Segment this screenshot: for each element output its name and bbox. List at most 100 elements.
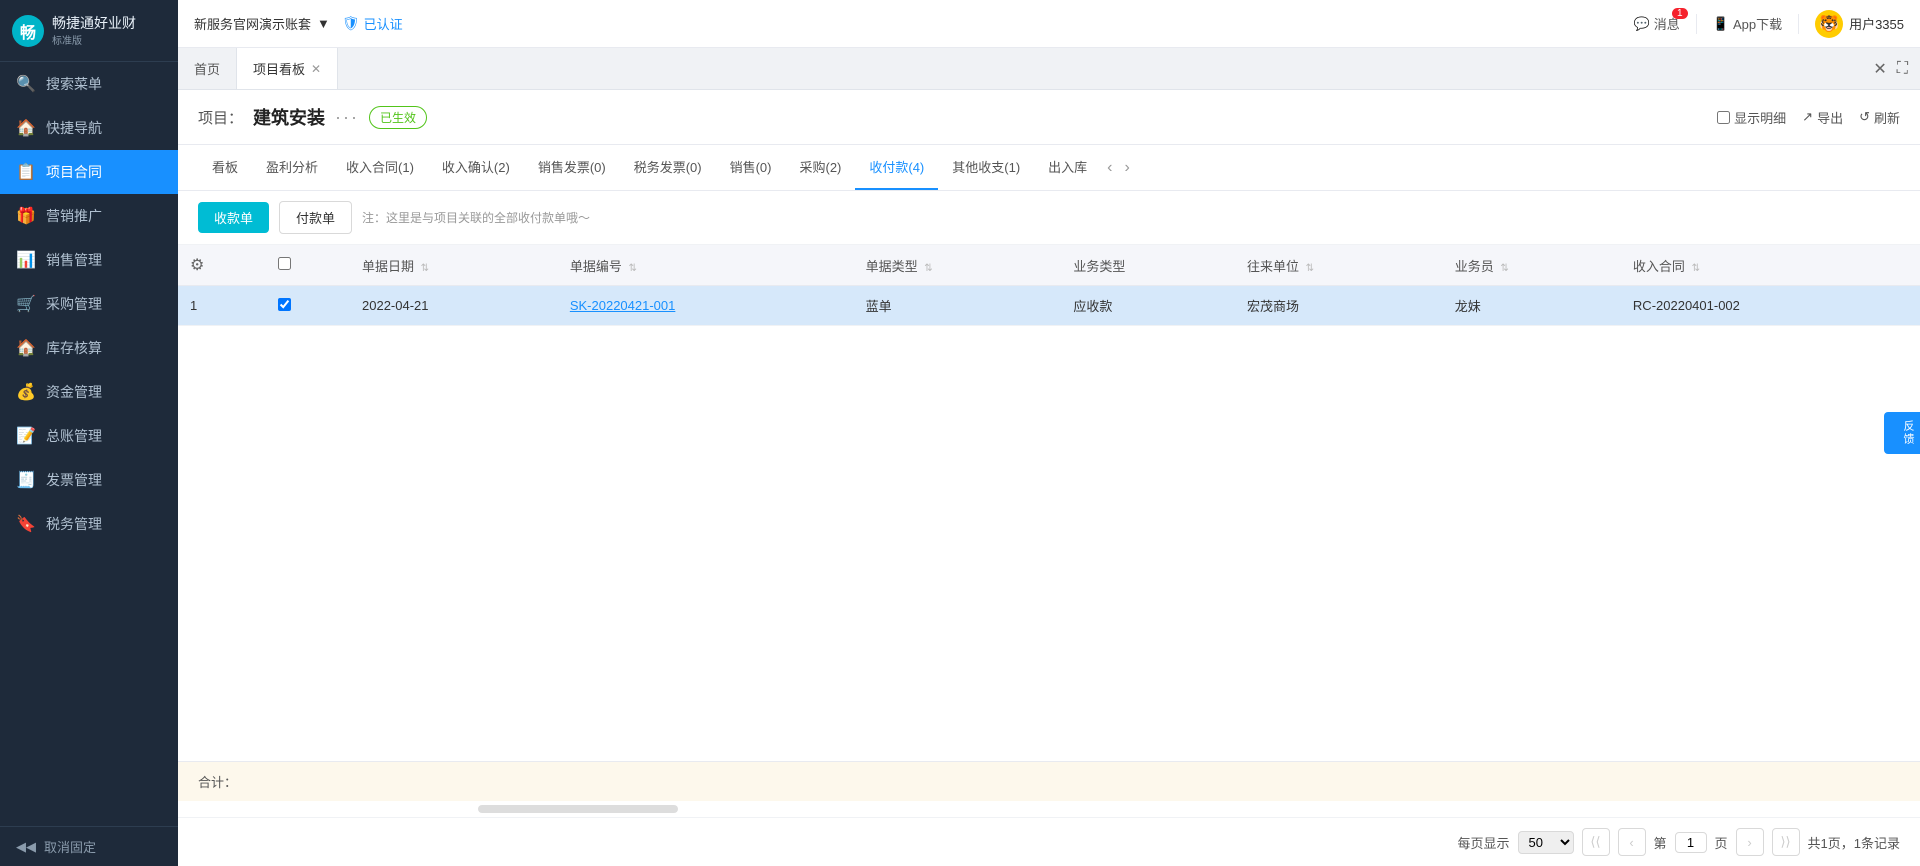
row-partner: 宏茂商场 [1235, 286, 1443, 326]
export-button[interactable]: ↗ 导出 [1802, 108, 1843, 127]
ledger-icon: 📝 [16, 426, 36, 446]
sidebar-item-sales[interactable]: 📊 销售管理 [0, 238, 178, 282]
sidebar-unpin[interactable]: ◀◀ 取消固定 [0, 826, 178, 866]
data-table: ⚙ 单据日期 ⇅ 单据编号 ⇅ [178, 245, 1920, 326]
row-checkbox[interactable] [278, 298, 291, 311]
col-type[interactable]: 单据类型 ⇅ [854, 245, 1062, 286]
tab-project-board[interactable]: 项目看板 ✕ [237, 48, 338, 89]
table-row[interactable]: 1 2022-04-21 SK-20220421-001 蓝单 应收款 宏茂商场… [178, 286, 1920, 326]
unpin-icon: ◀◀ [16, 839, 36, 855]
sub-nav-board[interactable]: 看板 [198, 145, 252, 190]
toolbar-note: 注：这里是与项目关联的全部收付款单哦～ [362, 209, 590, 226]
sidebar-item-invoice[interactable]: 🧾 发票管理 [0, 458, 178, 502]
show-detail-input[interactable] [1717, 111, 1730, 124]
show-detail-checkbox[interactable]: 显示明细 [1717, 108, 1786, 127]
settings-icon[interactable]: ⚙ [190, 257, 204, 274]
tax-icon: 🔖 [16, 514, 36, 534]
sub-nav-income-confirm[interactable]: 收入确认(2) [428, 145, 524, 190]
col-date[interactable]: 单据日期 ⇅ [350, 245, 558, 286]
account-name: 新服务官网演示账套 [194, 14, 311, 33]
table-area: ⚙ 单据日期 ⇅ 单据编号 ⇅ [178, 245, 1920, 761]
window-close-button[interactable]: ✕ [1873, 59, 1886, 79]
sub-nav-next[interactable]: › [1119, 151, 1136, 185]
project-status-badge: 已生效 [369, 106, 427, 129]
page-prev-button[interactable]: ‹ [1618, 828, 1646, 856]
logo-text: 畅捷通好业财 [52, 14, 136, 32]
sidebar-item-search[interactable]: 🔍 搜索菜单 [0, 62, 178, 106]
row-type: 蓝单 [854, 286, 1062, 326]
window-maximize-button[interactable]: ⛶ [1897, 60, 1908, 78]
sidebar-label-finance: 资金管理 [46, 382, 102, 402]
sidebar-item-project-contract[interactable]: 📋 项目合同 [0, 150, 178, 194]
page-end-label: 页 [1715, 833, 1728, 852]
page-next-button[interactable]: › [1736, 828, 1764, 856]
tab-home-label: 首页 [194, 59, 220, 78]
message-icon: 💬 [1634, 16, 1650, 32]
sub-nav-profit[interactable]: 盈利分析 [252, 145, 332, 190]
row-number-link[interactable]: SK-20220421-001 [570, 298, 676, 313]
sub-nav-payment[interactable]: 收付款(4) [855, 145, 938, 190]
sidebar-item-finance[interactable]: 💰 资金管理 [0, 370, 178, 414]
marketing-icon: 🎁 [16, 206, 36, 226]
row-income-contract: RC-20220401-002 [1621, 286, 1920, 326]
page-number-input[interactable] [1675, 832, 1707, 853]
tab-project-board-label: 项目看板 [253, 59, 305, 78]
message-button[interactable]: 💬 消息 1 [1634, 14, 1680, 33]
col-checkbox[interactable] [266, 245, 350, 286]
sidebar-label-sales: 销售管理 [46, 250, 102, 270]
project-header: 项目： 建筑安装 ··· 已生效 显示明细 ↗ 导出 ↺ 刷 [178, 90, 1920, 145]
payment-pay-button[interactable]: 付款单 [279, 201, 352, 234]
project-more-button[interactable]: ··· [335, 107, 359, 128]
row-checkbox-cell[interactable] [266, 286, 350, 326]
project-actions: 显示明细 ↗ 导出 ↺ 刷新 [1717, 108, 1900, 127]
sub-nav-prev[interactable]: ‹ [1101, 151, 1118, 185]
tab-close-icon[interactable]: ✕ [311, 62, 321, 76]
col-staff[interactable]: 业务员 ⇅ [1443, 245, 1621, 286]
sub-nav-sales[interactable]: 销售(0) [716, 145, 786, 190]
row-index: 1 [178, 286, 266, 326]
col-income-contract[interactable]: 收入合同 ⇅ [1621, 245, 1920, 286]
feedback-button[interactable]: 反馈 [1884, 412, 1920, 454]
account-selector[interactable]: 新服务官网演示账套 ▼ [194, 14, 330, 33]
shield-icon: 🛡 [342, 15, 360, 32]
sub-nav-tax-invoice[interactable]: 税务发票(0) [620, 145, 716, 190]
certified-badge: 🛡 已认证 [342, 14, 403, 33]
total-pages-label: 共1页，1条记录 [1808, 833, 1900, 852]
sidebar-item-ledger[interactable]: 📝 总账管理 [0, 414, 178, 458]
per-page-select[interactable]: 50 10 20 100 [1518, 831, 1574, 854]
col-number[interactable]: 单据编号 ⇅ [558, 245, 854, 286]
sub-nav-purchase[interactable]: 采购(2) [785, 145, 855, 190]
row-staff: 龙妹 [1443, 286, 1621, 326]
app-download-button[interactable]: 📱 App下载 [1713, 14, 1782, 33]
sidebar-item-purchase[interactable]: 🛒 采购管理 [0, 282, 178, 326]
page-content: 项目： 建筑安装 ··· 已生效 显示明细 ↗ 导出 ↺ 刷 [178, 90, 1920, 866]
table-scrollbar-area[interactable] [178, 801, 1920, 817]
tab-home[interactable]: 首页 [178, 48, 237, 89]
sort-number-icon: ⇅ [628, 263, 636, 274]
app-download-label: App下载 [1733, 14, 1782, 33]
table-scrollbar-track[interactable] [478, 805, 678, 813]
col-settings[interactable]: ⚙ [178, 245, 266, 286]
refresh-label: 刷新 [1874, 108, 1900, 127]
page-label: 第 [1654, 833, 1667, 852]
col-partner[interactable]: 往来单位 ⇅ [1235, 245, 1443, 286]
sidebar-item-tax[interactable]: 🔖 税务管理 [0, 502, 178, 546]
sub-nav-other-income[interactable]: 其他收支(1) [938, 145, 1034, 190]
sidebar-item-inventory[interactable]: 🏠 库存核算 [0, 326, 178, 370]
message-badge: 1 [1672, 8, 1688, 19]
project-label: 项目： [198, 107, 243, 128]
select-all-checkbox[interactable] [278, 257, 291, 270]
row-number[interactable]: SK-20220421-001 [558, 286, 854, 326]
show-detail-label: 显示明细 [1734, 108, 1786, 127]
refresh-button[interactable]: ↺ 刷新 [1859, 108, 1900, 127]
sub-nav-warehouse[interactable]: 出入库 [1034, 145, 1101, 190]
user-menu[interactable]: 🐯 用户3355 [1815, 10, 1904, 38]
sidebar-label-ledger: 总账管理 [46, 426, 102, 446]
page-first-button[interactable]: ⟨⟨ [1582, 828, 1610, 856]
sub-nav-sales-invoice[interactable]: 销售发票(0) [524, 145, 620, 190]
payment-receipt-button[interactable]: 收款单 [198, 202, 269, 233]
sidebar-item-marketing[interactable]: 🎁 营销推广 [0, 194, 178, 238]
sub-nav-income-contract[interactable]: 收入合同(1) [332, 145, 428, 190]
sidebar-item-quick-nav[interactable]: 🏠 快捷导航 [0, 106, 178, 150]
page-last-button[interactable]: ⟩⟩ [1772, 828, 1800, 856]
